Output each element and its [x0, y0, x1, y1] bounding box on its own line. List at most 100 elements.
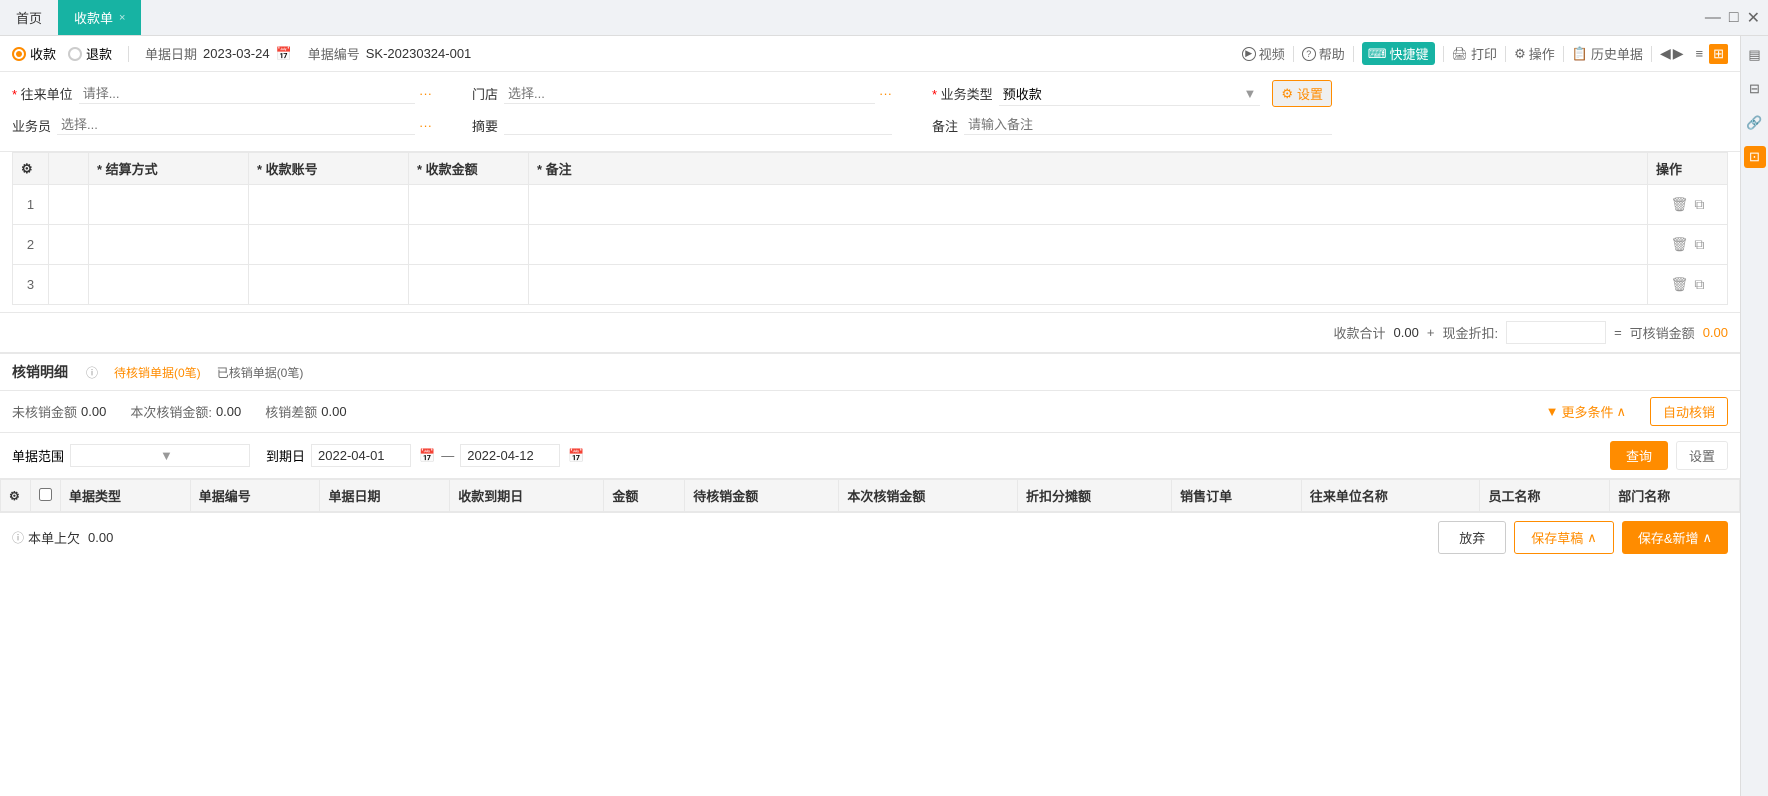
row-3-remark-input[interactable] — [529, 265, 1647, 304]
row-2-amount[interactable] — [409, 225, 529, 265]
help-btn[interactable]: ? 帮助 — [1302, 44, 1345, 63]
row-3-account[interactable] — [249, 265, 409, 305]
tab-close-icon[interactable]: × — [119, 12, 125, 24]
row-2-remark-input[interactable] — [529, 225, 1647, 264]
row-1-num-extra — [49, 185, 89, 225]
staff-input[interactable] — [57, 115, 415, 135]
row-3-account-input[interactable] — [249, 265, 408, 304]
nav-next-btn[interactable]: ▶ — [1673, 45, 1684, 62]
hexiao-settings-btn[interactable]: 设置 — [1676, 441, 1728, 470]
window-max-btn[interactable]: □ — [1729, 9, 1739, 27]
print-btn[interactable]: 🖨 打印 — [1452, 44, 1498, 63]
bt-col-num: 单据编号 — [190, 480, 320, 512]
row-3-settle[interactable] — [89, 265, 249, 305]
row-2-delete-icon[interactable]: 🗑 — [1671, 236, 1689, 253]
more-filter-btn[interactable]: ▼ 更多条件 ∧ — [1546, 402, 1626, 421]
tab-home[interactable]: 首页 — [0, 0, 58, 35]
row-3-settle-input[interactable] — [89, 265, 248, 304]
row-1-settle[interactable] — [89, 185, 249, 225]
radio-tuikuan[interactable]: 退款 — [68, 44, 112, 63]
ops-label: 操作 — [1529, 44, 1555, 63]
tab-home-label: 首页 — [16, 8, 42, 27]
col-gear-header[interactable]: ⚙ — [13, 153, 49, 185]
row-2-amount-input[interactable] — [409, 225, 528, 264]
row-2-settle-input[interactable] — [89, 225, 248, 264]
view-grid-btn[interactable]: ⊞ — [1709, 44, 1728, 64]
partner-more-btn[interactable]: ··· — [419, 86, 432, 101]
row-1-account[interactable] — [249, 185, 409, 225]
range-label: 单据范围 — [12, 446, 64, 465]
row-1-delete-icon[interactable]: 🗑 — [1671, 196, 1689, 213]
biz-type-field: 业务类型 预收款 ▼ ⚙ 设置 — [932, 80, 1332, 107]
store-more-btn[interactable]: ··· — [879, 86, 892, 101]
video-btn[interactable]: ▶ 视频 — [1242, 44, 1285, 63]
radio-shoukuan[interactable]: 收款 — [12, 44, 56, 63]
row-1-ops: 🗑 ⧉ — [1648, 185, 1728, 225]
bt-col-check[interactable] — [31, 480, 61, 512]
window-close-btn[interactable]: ✕ — [1747, 8, 1760, 28]
data-table: ⚙ * 结算方式 * 收款账号 * 收款金额 * 备注 操作 — [12, 152, 1728, 305]
bt-col-staff: 员工名称 — [1480, 480, 1610, 512]
calendar-icon[interactable]: 📅 — [276, 46, 292, 62]
row-1-account-input[interactable] — [249, 185, 408, 224]
abandon-btn[interactable]: 放弃 — [1438, 521, 1506, 554]
divider-7 — [1651, 46, 1652, 62]
date-from-input[interactable] — [311, 444, 411, 467]
biz-type-select[interactable]: 预收款 ▼ — [999, 82, 1261, 106]
row-1-remark[interactable] — [529, 185, 1648, 225]
row-3-amount-input[interactable] — [409, 265, 528, 304]
video-label: 视频 — [1259, 44, 1285, 63]
auto-hexiao-btn[interactable]: 自动核销 — [1650, 397, 1728, 426]
hexiao-tab1[interactable]: 待核销单据(0笔) — [114, 364, 201, 381]
row-1-copy-icon[interactable]: ⧉ — [1694, 196, 1704, 213]
radio-shoukuan-circle — [12, 47, 26, 61]
sidebar-table-icon[interactable]: ▤ — [1744, 44, 1766, 66]
row-1-amount-input[interactable] — [409, 185, 528, 224]
history-btn[interactable]: 📋 历史单据 — [1572, 44, 1643, 63]
row-2-copy-icon[interactable]: ⧉ — [1694, 236, 1704, 253]
table-row: 3 🗑 ⧉ — [13, 265, 1728, 305]
date-end-input[interactable] — [460, 444, 560, 467]
ops-btn[interactable]: ⚙ 操作 — [1514, 44, 1555, 63]
row-3-copy-icon[interactable]: ⧉ — [1694, 276, 1704, 293]
row-1-amount[interactable] — [409, 185, 529, 225]
form-settings-btn[interactable]: ⚙ 设置 — [1272, 80, 1332, 107]
sidebar-doc-icon[interactable]: ⊟ — [1744, 78, 1766, 100]
sidebar-edit-icon[interactable]: ⊡ — [1744, 146, 1766, 168]
divider-5 — [1505, 46, 1506, 62]
row-3-delete-icon[interactable]: 🗑 — [1671, 276, 1689, 293]
tab-shoukuan[interactable]: 收款单 × — [58, 0, 141, 35]
staff-more-btn[interactable]: ··· — [419, 118, 432, 133]
row-1-settle-input[interactable] — [89, 185, 248, 224]
discount-input[interactable] — [1506, 321, 1606, 344]
diff-stat: 核销差额 0.00 — [265, 402, 346, 421]
save-new-btn[interactable]: 保存&新增 ∧ — [1622, 521, 1728, 554]
partner-input[interactable] — [79, 84, 415, 104]
radio-tuikuan-circle — [68, 47, 82, 61]
row-3-amount[interactable] — [409, 265, 529, 305]
draft-btn[interactable]: 保存草稿 ∧ — [1514, 521, 1614, 554]
date-end-cal-icon[interactable]: 📅 — [568, 448, 584, 464]
query-btn[interactable]: 查询 — [1610, 441, 1668, 470]
window-min-btn[interactable]: — — [1705, 9, 1721, 27]
sidebar-link-icon[interactable]: 🔗 — [1744, 112, 1766, 134]
store-input[interactable] — [504, 84, 875, 104]
bt-col-gear[interactable]: ⚙ — [1, 480, 31, 512]
date-from-cal-icon[interactable]: 📅 — [419, 448, 435, 464]
row-3-remark[interactable] — [529, 265, 1648, 305]
shortcut-btn[interactable]: ⌨ 快捷键 — [1362, 42, 1435, 65]
range-select[interactable]: ▼ — [70, 444, 250, 467]
row-2-account-input[interactable] — [249, 225, 408, 264]
bt-col-type: 单据类型 — [61, 480, 191, 512]
memo-input[interactable] — [504, 115, 892, 135]
row-2-remark[interactable] — [529, 225, 1648, 265]
view-list-btn[interactable]: ≡ — [1692, 44, 1708, 64]
nav-prev-btn[interactable]: ◀ — [1660, 45, 1671, 62]
row-1-remark-input[interactable] — [529, 185, 1647, 224]
bt-check-all[interactable] — [39, 488, 52, 501]
footer-actions: 放弃 保存草稿 ∧ 保存&新增 ∧ — [1438, 521, 1728, 554]
remark-input[interactable] — [964, 115, 1332, 135]
row-2-settle[interactable] — [89, 225, 249, 265]
row-2-account[interactable] — [249, 225, 409, 265]
hexiao-tab2[interactable]: 已核销单据(0笔) — [217, 364, 304, 381]
